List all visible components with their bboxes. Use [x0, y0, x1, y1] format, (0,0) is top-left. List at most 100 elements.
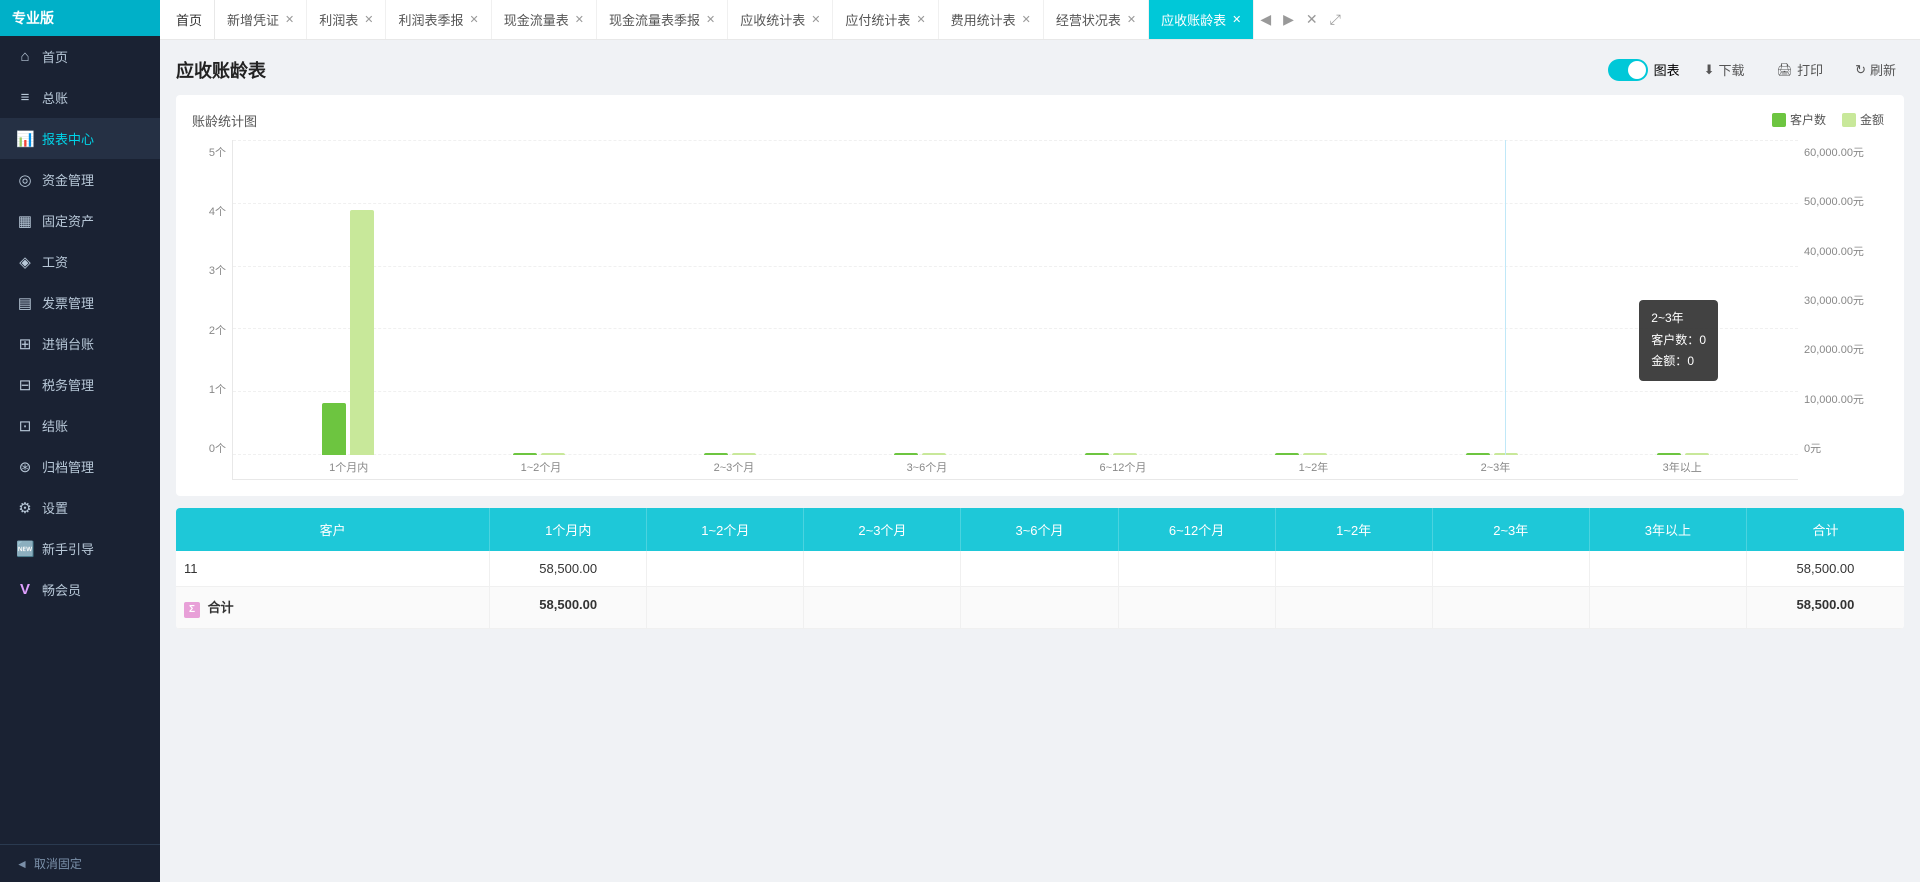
summary-1m: 58,500.00: [490, 587, 647, 628]
tab-ar-aging[interactable]: 应收账龄表 ✕: [1149, 0, 1254, 40]
tab-ar-aging-close[interactable]: ✕: [1232, 13, 1241, 26]
chart-legend: 客户数 金额: [1772, 111, 1884, 128]
x-label-612m: 6~12个月: [1100, 459, 1147, 475]
assets-icon: ▦: [16, 212, 34, 230]
tab-next-button[interactable]: ▶: [1277, 0, 1300, 40]
summary-23y: [1433, 587, 1590, 628]
y-right-0: 0元: [1804, 440, 1821, 456]
cell-36m: [961, 551, 1118, 586]
sidebar-item-finance[interactable]: ◎ 资金管理: [0, 159, 160, 200]
x-axis: 1个月内 1~2个月 2~3个月 3~6个月 6~12个月 1~2年 2~3年 …: [233, 455, 1798, 479]
tab-close-all-button[interactable]: ✕: [1300, 0, 1324, 40]
y-right-50k: 50,000.00元: [1804, 193, 1864, 209]
sidebar-item-home[interactable]: ⌂ 首页: [0, 36, 160, 77]
sidebar-item-vip[interactable]: V 畅会员: [0, 569, 160, 610]
y-left-0: 0个: [209, 440, 226, 456]
tab-voucher-close[interactable]: ✕: [285, 13, 294, 26]
tab-cashflow[interactable]: 现金流量表 ✕: [492, 0, 597, 40]
x-label-23m: 2~3个月: [714, 459, 755, 475]
print-button[interactable]: 🖨 打印: [1769, 56, 1832, 83]
summary-total: 58,500.00: [1747, 587, 1904, 628]
sidebar-label-settings: 设置: [42, 498, 68, 517]
collapse-button[interactable]: ◄ 取消固定: [0, 844, 160, 882]
archive-icon: ⊛: [16, 458, 34, 476]
y-left-1: 1个: [209, 381, 226, 397]
sidebar-item-assets[interactable]: ▦ 固定资产: [0, 200, 160, 241]
chart-inner: 2~3年 客户数：0 金额：0 1个月内 1~2个月 2~3个月 3~6个月: [232, 140, 1798, 480]
tab-ap-stat-close[interactable]: ✕: [916, 13, 925, 26]
tab-profit[interactable]: 利润表 ✕: [307, 0, 386, 40]
tab-profit-quarter-close[interactable]: ✕: [470, 13, 479, 26]
x-label-36m: 3~6个月: [907, 459, 948, 475]
sidebar-item-archive[interactable]: ⊛ 归档管理: [0, 446, 160, 487]
th-23m: 2~3个月: [804, 508, 961, 551]
download-button[interactable]: ⬇ 下载: [1696, 56, 1753, 83]
refresh-icon: ↻: [1855, 62, 1866, 78]
sidebar-item-closing[interactable]: ⊡ 结账: [0, 405, 160, 446]
refresh-button[interactable]: ↻ 刷新: [1847, 56, 1904, 83]
cell-total: 58,500.00: [1747, 551, 1904, 586]
sidebar-item-ledger[interactable]: ≡ 总账: [0, 77, 160, 118]
tab-cashflow-label: 现金流量表: [504, 10, 569, 29]
x-label-12m: 1~2个月: [521, 459, 562, 475]
tab-profit-quarter[interactable]: 利润表季报 ✕: [386, 0, 491, 40]
collapse-label: 取消固定: [34, 855, 82, 872]
th-3yplus: 3年以上: [1590, 508, 1747, 551]
legend-customer-label: 客户数: [1790, 111, 1826, 128]
tab-bizstat[interactable]: 经营状况表 ✕: [1044, 0, 1149, 40]
tab-ap-stat-label: 应付统计表: [845, 10, 910, 29]
tab-cashflow-close[interactable]: ✕: [575, 13, 584, 26]
toggle-label: 图表: [1654, 60, 1680, 79]
tab-profit-close[interactable]: ✕: [364, 13, 373, 26]
sidebar-item-invoice[interactable]: ▤ 发票管理: [0, 282, 160, 323]
sidebar-item-report[interactable]: 📊 报表中心: [0, 118, 160, 159]
bar-amount-1m: [350, 210, 374, 455]
tab-expense[interactable]: 费用统计表 ✕: [939, 0, 1044, 40]
tab-prev-button[interactable]: ◀: [1254, 0, 1277, 40]
toggle-thumb: [1628, 61, 1646, 79]
tab-profit-label: 利润表: [319, 10, 358, 29]
sidebar-label-invoice: 发票管理: [42, 293, 94, 312]
summary-label-cell: Σ 合计: [176, 587, 490, 628]
cell-612m: [1119, 551, 1276, 586]
tab-ar-stat-label: 应收统计表: [740, 10, 805, 29]
sidebar-label-finance: 资金管理: [42, 170, 94, 189]
collapse-icon: ◄: [16, 857, 28, 871]
sidebar-item-guide[interactable]: 🆕 新手引导: [0, 528, 160, 569]
y-axis-right: 60,000.00元 50,000.00元 40,000.00元 30,000.…: [1798, 140, 1888, 480]
page-title: 应收账龄表: [176, 57, 266, 83]
page-actions: 图表 ⬇ 下载 🖨 打印 ↻ 刷新: [1608, 56, 1904, 83]
th-612m: 6~12个月: [1119, 508, 1276, 551]
print-icon: 🖨: [1777, 62, 1794, 78]
tab-bizstat-close[interactable]: ✕: [1127, 13, 1136, 26]
sidebar-item-tax[interactable]: ⊟ 税务管理: [0, 364, 160, 405]
y-left-5: 5个: [209, 144, 226, 160]
sidebar: 专业版 ⌂ 首页 ≡ 总账 📊 报表中心 ◎ 资金管理 ▦ 固定资产 ◈ 工资 …: [0, 0, 160, 882]
sidebar-label-home: 首页: [42, 47, 68, 66]
sidebar-item-salary[interactable]: ◈ 工资: [0, 241, 160, 282]
tab-cashflow-quarter-close[interactable]: ✕: [706, 13, 715, 26]
tab-voucher[interactable]: 新增凭证 ✕: [215, 0, 307, 40]
cell-12y: [1276, 551, 1433, 586]
tab-home[interactable]: 首页: [164, 0, 215, 40]
legend-customer: 客户数: [1772, 111, 1826, 128]
sidebar-item-settings[interactable]: ⚙ 设置: [0, 487, 160, 528]
sidebar-label-guide: 新手引导: [42, 539, 94, 558]
tab-expense-close[interactable]: ✕: [1022, 13, 1031, 26]
sidebar-label-archive: 归档管理: [42, 457, 94, 476]
chart-toggle[interactable]: 图表: [1608, 59, 1680, 81]
summary-23m: [804, 587, 961, 628]
tab-ar-stat-close[interactable]: ✕: [811, 13, 820, 26]
y-right-40k: 40,000.00元: [1804, 243, 1864, 259]
sidebar-item-stock[interactable]: ⊞ 进销台账: [0, 323, 160, 364]
th-12m: 1~2个月: [647, 508, 804, 551]
cell-1m: 58,500.00: [490, 551, 647, 586]
x-label-3yplus: 3年以上: [1663, 459, 1702, 475]
salary-icon: ◈: [16, 253, 34, 271]
tab-ap-stat[interactable]: 应付统计表 ✕: [833, 0, 938, 40]
tab-profit-quarter-label: 利润表季报: [398, 10, 463, 29]
tab-cashflow-quarter[interactable]: 现金流量表季报 ✕: [597, 0, 728, 40]
tab-ar-stat[interactable]: 应收统计表 ✕: [728, 0, 833, 40]
toggle-track[interactable]: [1608, 59, 1648, 81]
tab-expand-button[interactable]: ⤢: [1324, 0, 1347, 40]
